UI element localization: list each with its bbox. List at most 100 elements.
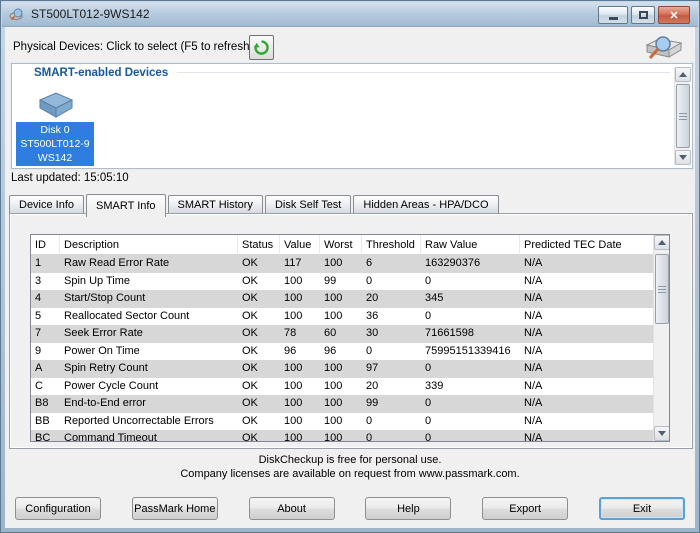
scroll-down-icon[interactable] [654,426,670,441]
column-header-raw-value[interactable]: Raw Value [421,235,520,255]
about-button[interactable]: About [249,497,335,520]
cell-raw-value: 339 [421,378,520,396]
devices-scroll-thumb[interactable] [676,84,690,148]
scroll-up-icon[interactable] [675,67,691,82]
table-row[interactable]: B8End-to-End errorOK100100990N/A [31,395,653,413]
cell-worst: 100 [320,255,362,273]
cell-description: Start/Stop Count [60,290,238,308]
export-button[interactable]: Export [482,497,568,520]
tab-device-info[interactable]: Device Info [9,195,84,214]
cell-predicted-tec-date: N/A [520,413,653,431]
title-bar[interactable]: ST500LT012-9WS142 ✕ [2,2,698,27]
cell-raw-value: 0 [421,413,520,431]
table-scroll-thumb[interactable] [655,254,669,324]
table-row[interactable]: ASpin Retry CountOK100100970N/A [31,360,653,378]
cell-threshold: 0 [362,273,421,291]
cell-id: A [31,360,60,378]
tab-hidden-areas-hpa-dco[interactable]: Hidden Areas - HPA/DCO [353,195,498,214]
physical-devices-label: Physical Devices: Click to select (F5 to… [13,41,253,53]
cell-description: Reported Uncorrectable Errors [60,413,238,431]
cell-id: 7 [31,325,60,343]
table-row[interactable]: BBReported Uncorrectable ErrorsOK1001000… [31,413,653,431]
scroll-up-icon[interactable] [654,235,670,250]
smart-devices-group-label: SMART-enabled Devices [30,67,172,79]
cell-status: OK [238,360,280,378]
column-header-predicted-tec-date[interactable]: Predicted TEC Date [520,235,669,255]
groupbox-line [177,72,670,73]
tab-disk-self-test[interactable]: Disk Self Test [265,195,351,214]
cell-raw-value: 71661598 [421,325,520,343]
cell-description: Spin Retry Count [60,360,238,378]
table-row[interactable]: BCCommand TimeoutOK10010000N/A [31,430,653,441]
button-bar: Configuration PassMark Home About Help Expor… [15,497,685,520]
cell-threshold: 6 [362,255,421,273]
cell-description: Power On Time [60,343,238,361]
cell-id: C [31,378,60,396]
table-row[interactable]: 7Seek Error RateOK78603071661598N/A [31,325,653,343]
table-row[interactable]: CPower Cycle CountOK10010020339N/A [31,378,653,396]
cell-value: 100 [280,360,320,378]
cell-threshold: 20 [362,290,421,308]
table-row[interactable]: 3Spin Up TimeOK1009900N/A [31,273,653,291]
cell-description: End-to-End error [60,395,238,413]
window-frame: ST500LT012-9WS142 ✕ Physical Devices: Cl… [0,0,700,533]
cell-predicted-tec-date: N/A [520,395,653,413]
tab-smart-history[interactable]: SMART History [168,195,263,214]
devices-scrollbar[interactable] [674,67,690,165]
cell-description: Spin Up Time [60,273,238,291]
table-row[interactable]: 4Start/Stop CountOK10010020345N/A [31,290,653,308]
cell-id: 9 [31,343,60,361]
column-header-id[interactable]: ID [31,235,60,255]
cell-raw-value: 0 [421,430,520,441]
cell-worst: 99 [320,273,362,291]
cell-status: OK [238,325,280,343]
cell-worst: 100 [320,378,362,396]
cell-worst: 100 [320,395,362,413]
device-item-disk0[interactable]: Disk 0 ST500LT012-9 WS142 [16,122,94,166]
table-row[interactable]: 9Power On TimeOK9696075995151339416N/A [31,343,653,361]
cell-id: B8 [31,395,60,413]
column-header-status[interactable]: Status [238,235,280,255]
cell-status: OK [238,378,280,396]
column-header-description[interactable]: Description [60,235,238,255]
column-header-threshold[interactable]: Threshold [362,235,421,255]
cell-value: 100 [280,395,320,413]
minimize-button[interactable] [598,6,628,24]
smart-devices-panel: SMART-enabled Devices Disk 0 ST500LT012-… [11,63,693,169]
cell-id: BC [31,430,60,441]
configuration-button[interactable]: Configuration [15,497,101,520]
tab-smart-info[interactable]: SMART Info [86,194,166,217]
exit-button[interactable]: Exit [599,497,685,520]
tab-bar: Device InfoSMART InfoSMART HistoryDisk S… [9,194,501,214]
cell-threshold: 0 [362,343,421,361]
column-header-worst[interactable]: Worst [320,235,362,255]
cell-value: 96 [280,343,320,361]
cell-description: Power Cycle Count [60,378,238,396]
help-button[interactable]: Help [365,497,451,520]
disk-drive-icon [34,88,78,120]
cell-predicted-tec-date: N/A [520,343,653,361]
column-header-value[interactable]: Value [280,235,320,255]
cell-predicted-tec-date: N/A [520,273,653,291]
cell-predicted-tec-date: N/A [520,325,653,343]
maximize-button[interactable] [631,6,655,24]
cell-predicted-tec-date: N/A [520,290,653,308]
cell-status: OK [238,413,280,431]
cell-raw-value: 163290376 [421,255,520,273]
refresh-button[interactable] [249,35,274,60]
cell-id: 4 [31,290,60,308]
cell-worst: 100 [320,308,362,326]
table-row[interactable]: 1Raw Read Error RateOK1171006163290376N/… [31,255,653,273]
cell-description: Reallocated Sector Count [60,308,238,326]
cell-raw-value: 0 [421,308,520,326]
cell-description: Raw Read Error Rate [60,255,238,273]
cell-description: Command Timeout [60,430,238,441]
scroll-down-icon[interactable] [675,150,691,165]
table-body: 1Raw Read Error RateOK1171006163290376N/… [31,255,653,441]
cell-status: OK [238,273,280,291]
cell-predicted-tec-date: N/A [520,255,653,273]
table-scrollbar[interactable] [653,235,669,441]
passmark-home-button[interactable]: PassMark Home [132,497,218,520]
close-button[interactable]: ✕ [658,6,690,24]
table-row[interactable]: 5Reallocated Sector CountOK100100360N/A [31,308,653,326]
